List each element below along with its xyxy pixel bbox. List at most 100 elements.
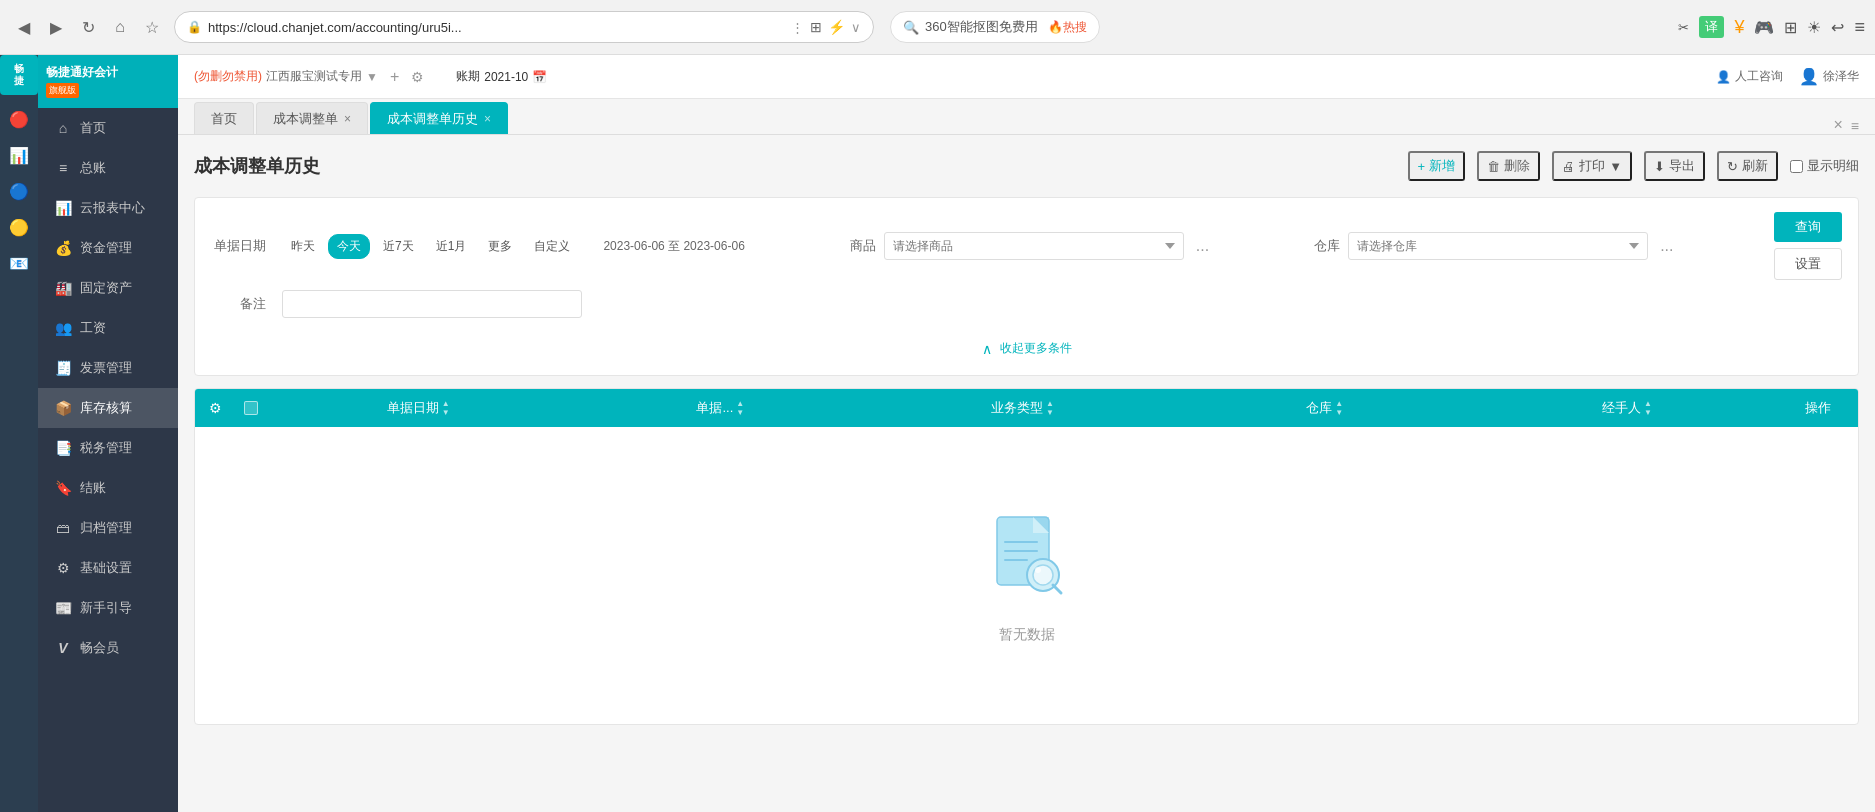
collapse-button[interactable]: ∧ 收起更多条件 <box>982 336 1072 361</box>
date-btn-custom[interactable]: 自定义 <box>525 234 579 259</box>
print-label: 打印 <box>1579 157 1605 175</box>
iconbar-item-5[interactable]: 📧 <box>3 247 35 279</box>
game-tool[interactable]: 🎮 <box>1754 18 1774 37</box>
iconbar-item-1[interactable]: 🔴 <box>3 103 35 135</box>
sidebar-item-archive[interactable]: 🗃 归档管理 <box>38 508 178 548</box>
sidebar-item-settings[interactable]: ⚙ 基础设置 <box>38 548 178 588</box>
tab-cost-adjust-history[interactable]: 成本调整单历史 × <box>370 102 508 134</box>
sidebar-item-capital[interactable]: 💰 资金管理 <box>38 228 178 268</box>
tab-cost-adjust-close[interactable]: × <box>344 112 351 126</box>
bookmark-button[interactable]: ☆ <box>138 13 166 41</box>
company-settings-icon[interactable]: ⚙ <box>411 69 424 85</box>
tab-cost-adjust-history-label: 成本调整单历史 <box>387 110 478 128</box>
customer-service-button[interactable]: 👤 人工咨询 <box>1716 68 1783 85</box>
sidebar-item-fixed-assets[interactable]: 🏭 固定资产 <box>38 268 178 308</box>
add-company-icon[interactable]: + <box>390 68 399 86</box>
sidebar-menu: ⌂ 首页 ≡ 总账 📊 云报表中心 💰 资金管理 🏭 固定资产 👥 工资 <box>38 108 178 812</box>
date-btn-more[interactable]: 更多 <box>479 234 521 259</box>
sidebar-item-report[interactable]: 📊 云报表中心 <box>38 188 178 228</box>
sort-desc-icon-3: ▼ <box>1046 409 1054 417</box>
company-dropdown-icon[interactable]: ▼ <box>366 70 378 84</box>
sidebar-item-payroll[interactable]: 👥 工资 <box>38 308 178 348</box>
refresh-label: 刷新 <box>1742 157 1768 175</box>
sidebar-item-member[interactable]: V 畅会员 <box>38 628 178 668</box>
show-detail-toggle[interactable]: 显示明细 <box>1790 157 1859 175</box>
tab-cost-adjust[interactable]: 成本调整单 × <box>256 102 368 134</box>
date-btn-today[interactable]: 今天 <box>328 234 370 259</box>
select-all-checkbox[interactable] <box>244 401 258 415</box>
th-handler-label: 经手人 <box>1602 399 1641 417</box>
sidebar-item-inventory[interactable]: 📦 库存核算 <box>38 388 178 428</box>
user-profile-button[interactable]: 👤 徐泽华 <box>1799 67 1859 86</box>
th-number-sort[interactable]: ▲ ▼ <box>736 400 744 417</box>
query-button[interactable]: 查询 <box>1774 212 1842 242</box>
table-select-all[interactable] <box>235 401 267 415</box>
filter-collapse-row: ∧ 收起更多条件 <box>211 328 1842 361</box>
cut-tool[interactable]: ✂ <box>1678 20 1689 35</box>
left-icon-bar: 畅捷 🔴 📊 🔵 🟡 📧 <box>0 55 38 812</box>
home-button[interactable]: ⌂ <box>106 13 134 41</box>
th-handler[interactable]: 经手人 ▲ ▼ <box>1476 399 1778 417</box>
sidebar-item-guide[interactable]: 📰 新手引导 <box>38 588 178 628</box>
print-button[interactable]: 🖨 打印 ▼ <box>1552 151 1632 181</box>
tab-bar: 首页 成本调整单 × 成本调整单历史 × × ≡ <box>178 99 1875 135</box>
sidebar-item-settlement[interactable]: 🔖 结账 <box>38 468 178 508</box>
export-button[interactable]: ⬇ 导出 <box>1644 151 1705 181</box>
date-btn-1month[interactable]: 近1月 <box>427 234 476 259</box>
th-date-sort[interactable]: ▲ ▼ <box>442 400 450 417</box>
grid-tool[interactable]: ⊞ <box>1784 18 1797 37</box>
ssl-lock-icon: 🔒 <box>187 20 202 34</box>
forward-button[interactable]: ▶ <box>42 13 70 41</box>
tab-cost-adjust-history-close[interactable]: × <box>484 112 491 126</box>
sidebar-item-invoice[interactable]: 🧾 发票管理 <box>38 348 178 388</box>
address-bar[interactable]: 🔒 https://cloud.chanjet.com/accounting/u… <box>174 11 874 43</box>
calendar-icon[interactable]: 📅 <box>532 70 547 84</box>
back-button[interactable]: ◀ <box>10 13 38 41</box>
show-detail-checkbox[interactable] <box>1790 160 1803 173</box>
refresh-button-page[interactable]: ↻ 刷新 <box>1717 151 1778 181</box>
tab-home[interactable]: 首页 <box>194 102 254 134</box>
close-all-tabs-icon[interactable]: × <box>1825 116 1850 134</box>
browser-tools-icon[interactable]: ⊞ <box>810 19 822 35</box>
th-warehouse[interactable]: 仓库 ▲ ▼ <box>1174 399 1476 417</box>
th-handler-sort[interactable]: ▲ ▼ <box>1644 400 1652 417</box>
th-number[interactable]: 单据... ▲ ▼ <box>569 399 871 417</box>
iconbar-item-2[interactable]: 📊 <box>3 139 35 171</box>
sidebar-item-label-capital: 资金管理 <box>80 239 132 257</box>
wallet-tool[interactable]: ¥ <box>1734 17 1744 38</box>
capital-icon: 💰 <box>54 240 72 256</box>
sidebar-item-ledger[interactable]: ≡ 总账 <box>38 148 178 188</box>
menu-tool[interactable]: ≡ <box>1854 17 1865 38</box>
warehouse-filter-input[interactable] <box>1348 232 1648 260</box>
date-btn-7days[interactable]: 近7天 <box>374 234 423 259</box>
sidebar-item-tax[interactable]: 📑 税务管理 <box>38 428 178 468</box>
add-button[interactable]: + 新增 <box>1408 151 1466 181</box>
iconbar-item-4[interactable]: 🟡 <box>3 211 35 243</box>
theme-tool[interactable]: ☀ <box>1807 18 1821 37</box>
goods-filter-input[interactable] <box>884 232 1184 260</box>
settings-button[interactable]: 设置 <box>1774 248 1842 280</box>
translate-tool[interactable]: 译 <box>1699 16 1724 38</box>
date-btn-yesterday[interactable]: 昨天 <box>282 234 324 259</box>
lightning-icon[interactable]: ⚡ <box>828 19 845 35</box>
company-selector[interactable]: (勿删勿禁用) 江西服宝测试专用 ▼ <box>194 68 378 85</box>
browser-search-text[interactable]: 360智能抠图免费用 <box>925 18 1038 36</box>
refresh-button[interactable]: ↻ <box>74 13 102 41</box>
note-filter-input[interactable] <box>282 290 582 318</box>
th-warehouse-sort[interactable]: ▲ ▼ <box>1335 400 1343 417</box>
address-bar-dropdown[interactable]: ⋮ <box>791 20 804 35</box>
sidebar-item-home[interactable]: ⌂ 首页 <box>38 108 178 148</box>
show-detail-label: 显示明细 <box>1807 157 1859 175</box>
warehouse-more-icon[interactable]: ... <box>1660 237 1673 255</box>
hot-search-badge[interactable]: 🔥热搜 <box>1048 19 1087 36</box>
th-type[interactable]: 业务类型 ▲ ▼ <box>871 399 1173 417</box>
th-type-sort[interactable]: ▲ ▼ <box>1046 400 1054 417</box>
goods-more-icon[interactable]: ... <box>1196 237 1209 255</box>
period-selector[interactable]: 账期 2021-10 📅 <box>456 68 547 85</box>
undo-tool[interactable]: ↩ <box>1831 18 1844 37</box>
th-date[interactable]: 单据日期 ▲ ▼ <box>267 399 569 417</box>
delete-button[interactable]: 🗑 删除 <box>1477 151 1540 181</box>
iconbar-item-3[interactable]: 🔵 <box>3 175 35 207</box>
table-settings-icon[interactable]: ⚙ <box>195 400 235 416</box>
expand-icon[interactable]: ∨ <box>851 20 861 35</box>
